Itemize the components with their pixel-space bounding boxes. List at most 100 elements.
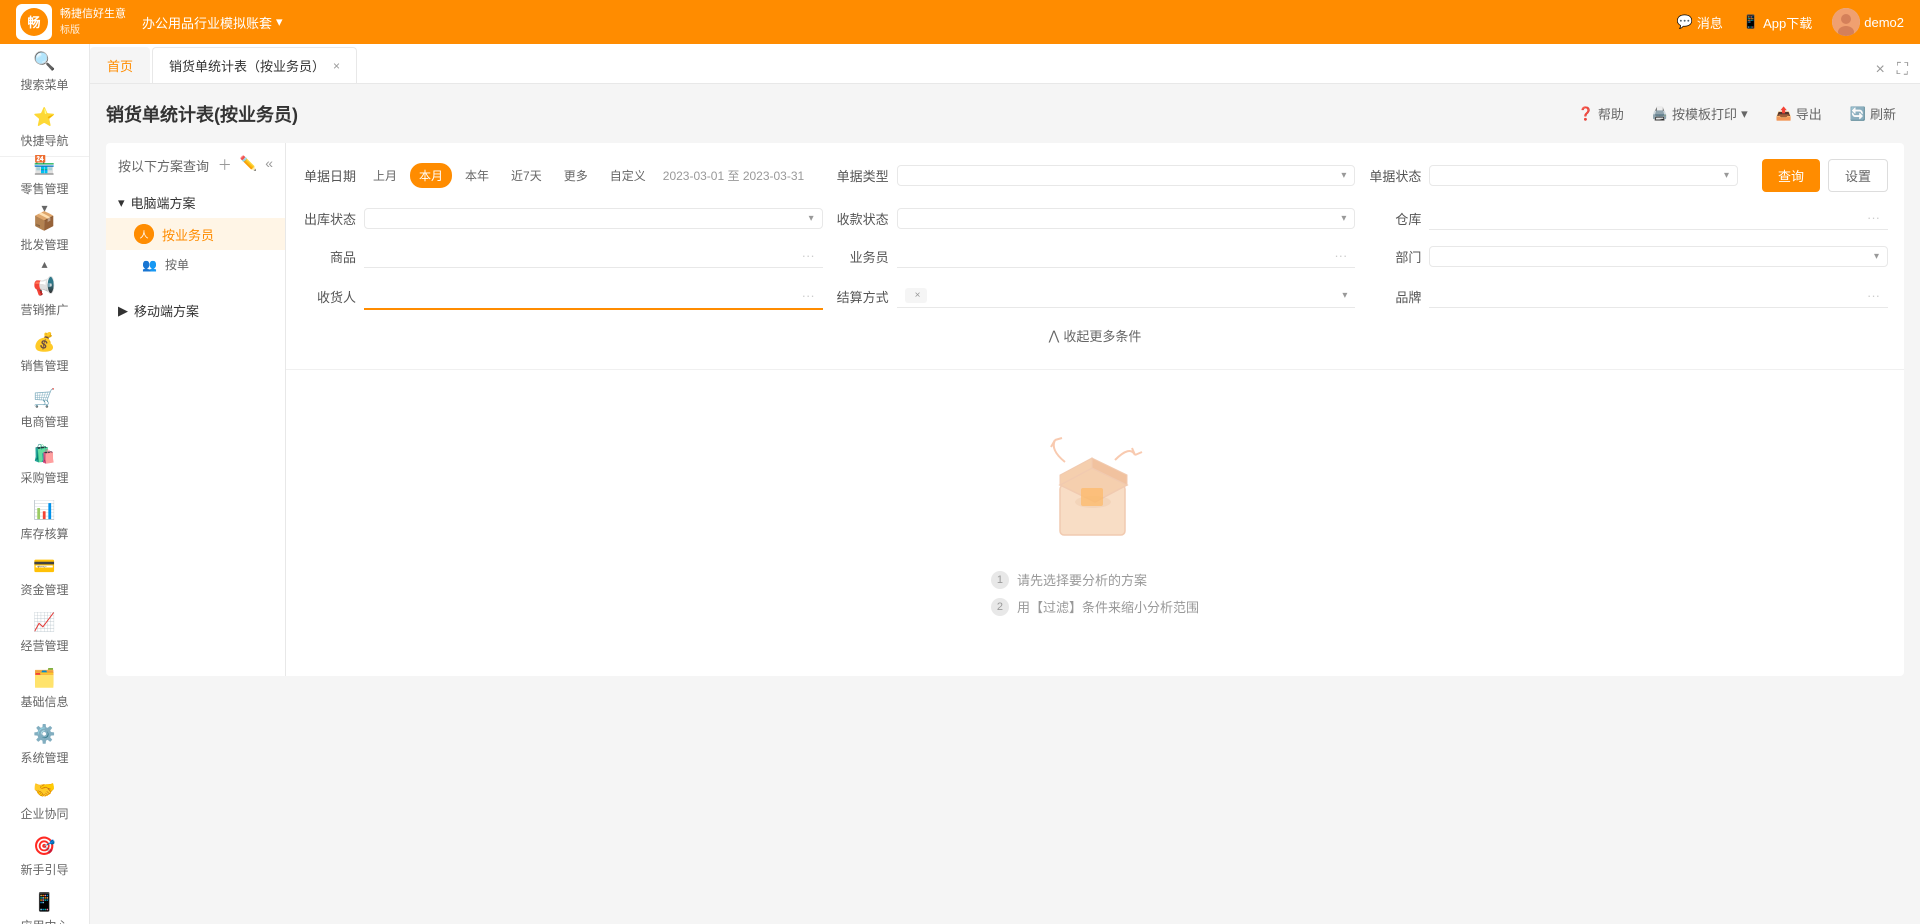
sidebar-item-cooperation[interactable]: 🤝 企业协同 [0,773,89,829]
user-profile[interactable]: demo2 [1832,8,1904,36]
sidebar-item-sales[interactable]: 💰 销售管理 [0,325,89,381]
date-filter-label: 单据日期 [302,166,356,185]
delivery-status-filter-cell: 出库状态 ▾ [302,208,823,229]
payment-status-filter-cell: 收款状态 ▾ [835,208,1356,229]
brand-input[interactable]: ··· [1429,284,1888,308]
order-status-filter-cell: 单据状态 ▾ 查询 设置 [1367,159,1888,192]
order-status-arrow-icon: ▾ [1724,170,1729,181]
salesperson-dots-icon[interactable]: ··· [1334,248,1347,263]
two-panel: 按以下方案查询 ＋ ✏️ « ▾ 电脑端方案 [106,143,1904,676]
date-btn-custom[interactable]: 自定义 [601,163,655,188]
sidebar: 🔍 搜索菜单 ⭐ 快捷导航 🏪 零售管理 ▾ 📦 批发管理 ▴ 📢 营销推广 [0,44,90,924]
app-logo: 畅 [16,4,52,40]
department-select[interactable]: ▾ [1429,246,1888,267]
app-center-icon: 📱 [33,892,55,913]
delivery-status-select[interactable]: ▾ [364,208,823,229]
query-button[interactable]: 查询 [1762,159,1820,192]
page-header: 销货单统计表(按业务员) ❓ 帮助 🖨️ 按模板打印 ▾ 📤 [106,100,1904,127]
sidebar-item-newbie[interactable]: 🎯 新手引导 [0,829,89,885]
add-scheme-button[interactable]: ＋ [218,155,232,175]
salesperson-input[interactable]: ··· [897,244,1356,268]
brand-dots-icon[interactable]: ··· [1867,288,1880,303]
edit-scheme-button[interactable]: ✏️ [240,155,257,175]
sidebar-search-label: 搜索菜单 [20,76,68,93]
workplace-area[interactable]: 办公用品行业模拟账套 ▾ [126,13,1677,32]
settlement-tag: × [905,288,927,303]
warehouse-input[interactable]: ··· [1429,206,1888,230]
sidebar-item-wholesale[interactable]: 📦 批发管理 ▴ [0,213,89,269]
delivery-status-arrow-icon: ▾ [809,213,814,224]
app-download-label: App下载 [1763,13,1812,32]
tab-home-label: 首页 [107,56,133,75]
workplace-selector[interactable]: 办公用品行业模拟账套 ▾ [142,13,283,32]
sidebar-item-quick-nav[interactable]: ⭐ 快捷导航 [0,100,89,156]
refresh-label: 刷新 [1870,104,1896,123]
sidebar-operations-label: 经营管理 [20,637,68,654]
payment-status-select[interactable]: ▾ [897,208,1356,229]
print-arrow-icon: ▾ [1741,106,1748,122]
sidebar-item-search-menu[interactable]: 🔍 搜索菜单 [0,44,89,100]
sidebar-item-marketing[interactable]: 📢 营销推广 [0,269,89,325]
tab-home[interactable]: 首页 [90,47,150,83]
goods-input[interactable]: ··· [364,244,823,268]
sidebar-item-purchase[interactable]: 🛍️ 采购管理 [0,437,89,493]
sidebar-item-retail[interactable]: 🏪 零售管理 ▾ [0,157,89,213]
tip-num-1: 1 [991,571,1009,589]
tab-actions: × ⛶ [1871,57,1920,83]
empty-tip-1-text: 请先选择要分析的方案 [1017,570,1147,589]
settings-button[interactable]: 设置 [1828,159,1888,192]
date-btn-this-month[interactable]: 本月 [410,163,452,188]
left-panel-title: 按以下方案查询 [118,156,209,175]
desktop-scheme-group: ▾ 电脑端方案 人 按业务员 [106,183,285,283]
sidebar-item-finance[interactable]: 💳 资金管理 [0,549,89,605]
date-btn-last-month[interactable]: 上月 [364,163,406,188]
finance-icon: 💳 [33,556,55,577]
export-button[interactable]: 📤 导出 [1768,100,1830,127]
message-button[interactable]: 💬 消息 [1677,13,1723,32]
order-type-label: 单据类型 [835,166,889,185]
page-actions: ❓ 帮助 🖨️ 按模板打印 ▾ 📤 导出 � [1570,100,1904,127]
salesperson-label: 业务员 [835,247,889,266]
date-btn-more[interactable]: 更多 [555,163,597,188]
order-status-select[interactable]: ▾ [1429,165,1738,186]
fullscreen-button[interactable]: ⛶ [1893,57,1912,83]
tab-sales-stat[interactable]: 销货单统计表（按业务员） × [152,47,357,83]
mobile-scheme-header[interactable]: ▶ 移动端方案 [106,295,285,326]
template-print-button[interactable]: 🖨️ 按模板打印 ▾ [1644,100,1756,127]
sidebar-retail-label: 零售管理 [20,180,68,197]
goods-dots-icon[interactable]: ··· [802,248,815,263]
empty-icon [1035,430,1155,550]
sidebar-item-app-center[interactable]: 📱 应用中心 [0,885,89,924]
warehouse-dots-icon[interactable]: ··· [1867,210,1880,225]
payment-status-arrow-icon: ▾ [1341,213,1346,224]
date-btn-this-year[interactable]: 本年 [456,163,498,188]
mobile-scheme-group: ▶ 移动端方案 [106,291,285,330]
collapse-button[interactable]: ⋀ 收起更多条件 [302,318,1888,353]
scheme-sub-item-by-order[interactable]: 👥 按单 [106,250,285,279]
export-label: 导出 [1796,104,1822,123]
sidebar-ecommerce-label: 电商管理 [20,413,68,430]
help-button[interactable]: ❓ 帮助 [1570,100,1632,127]
scheme-item-by-salesperson[interactable]: 人 按业务员 [106,218,285,250]
order-type-select[interactable]: ▾ [897,165,1356,186]
sidebar-item-system[interactable]: ⚙️ 系统管理 [0,717,89,773]
tab-close-icon[interactable]: × [333,59,340,73]
desktop-scheme-header[interactable]: ▾ 电脑端方案 [106,187,285,218]
refresh-button[interactable]: 🔄 刷新 [1842,100,1904,127]
sidebar-item-ecommerce[interactable]: 🛒 电商管理 [0,381,89,437]
template-print-label: 按模板打印 [1672,104,1737,123]
close-tab-button[interactable]: × [1871,57,1888,83]
sidebar-item-inventory[interactable]: 📊 库存核算 [0,493,89,549]
app-download-button[interactable]: 📱 App下载 [1743,13,1812,32]
date-btn-last-7-days[interactable]: 近7天 [502,163,551,188]
settlement-arrow-icon: ▾ [1342,290,1347,301]
settlement-tag-close[interactable]: × [915,290,921,301]
recipient-input[interactable]: ··· [364,282,823,310]
collapse-scheme-button[interactable]: « [265,155,273,175]
recipient-dots-icon[interactable]: ··· [802,288,815,303]
sidebar-item-basic[interactable]: 🗂️ 基础信息 [0,661,89,717]
sidebar-item-operations[interactable]: 📈 经营管理 [0,605,89,661]
settlement-label: 结算方式 [835,287,889,306]
expand-icon: ▾ [118,195,125,211]
settlement-select[interactable]: × ▾ [897,284,1356,308]
